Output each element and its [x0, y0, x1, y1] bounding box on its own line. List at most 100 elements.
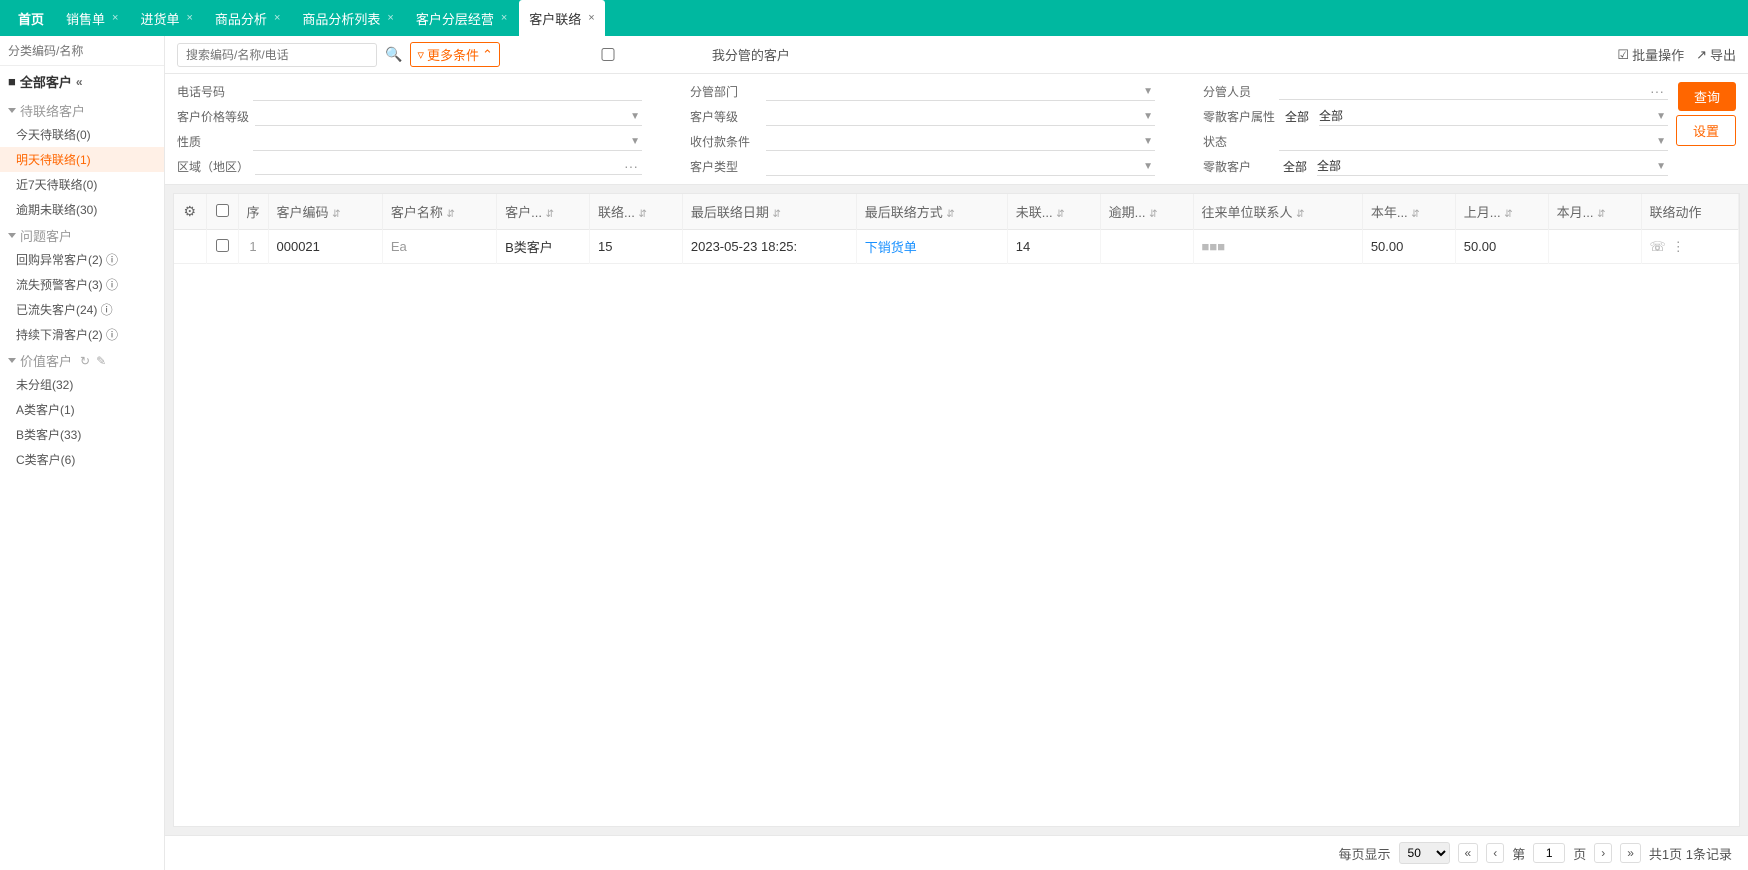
customer-level-wrap: ▼: [766, 107, 1155, 126]
region-dots-btn[interactable]: ···: [620, 158, 642, 174]
sidebar-item-ungrouped[interactable]: 未分组(32): [0, 372, 164, 397]
more-conditions-btn[interactable]: ▿ 更多条件 ⌃: [410, 42, 499, 67]
col-settings[interactable]: ⚙: [174, 194, 206, 230]
last-page-btn[interactable]: »: [1620, 843, 1641, 863]
col-not-contacted[interactable]: 未联... ⇵: [1007, 194, 1100, 230]
col-this-month[interactable]: 本月... ⇵: [1548, 194, 1641, 230]
row-checkbox[interactable]: [216, 239, 229, 252]
page-input[interactable]: [1533, 843, 1565, 863]
nature-select[interactable]: [253, 132, 642, 150]
close-tier-icon[interactable]: ×: [501, 12, 507, 24]
search-input[interactable]: [177, 43, 377, 67]
nav-customer-tier[interactable]: 客户分层经营 ×: [406, 0, 517, 36]
filter-row-4: 区域（地区） ··· 客户类型 ▼: [177, 157, 1668, 176]
prev-page-btn[interactable]: ‹: [1486, 843, 1504, 863]
sidebar-item-overdue[interactable]: 逾期未联络(30): [0, 197, 164, 222]
my-customers-checkbox[interactable]: [508, 48, 708, 61]
close-analysis-list-icon[interactable]: ×: [387, 12, 393, 24]
sidebar-item-churn-warning[interactable]: 流失预警客户(3) ⓘ: [0, 272, 164, 297]
sidebar-item-today[interactable]: 今天待联络(0): [0, 122, 164, 147]
expand-problem-icon: [8, 233, 16, 238]
top-nav: 首页 销售单 × 进货单 × 商品分析 × 商品分析列表 × 客户分层经营 × …: [0, 0, 1748, 36]
phone-input-wrap: [253, 82, 642, 101]
col-overdue[interactable]: 逾期... ⇵: [1100, 194, 1193, 230]
col-code[interactable]: 客户编码 ⇵: [268, 194, 382, 230]
person-dots-btn[interactable]: ···: [1646, 83, 1668, 99]
close-analysis-icon[interactable]: ×: [274, 12, 280, 24]
payment-terms-select[interactable]: [766, 132, 1155, 150]
row-settings-cell: [174, 230, 206, 264]
table-row: 1 000021 Ea B类客户 15 2023-05-23 18:25: 下销…: [174, 230, 1739, 264]
select-all-checkbox[interactable]: [216, 204, 229, 217]
col-contact[interactable]: 联络... ⇵: [590, 194, 683, 230]
set-button[interactable]: 设置: [1676, 115, 1736, 146]
col-settings-icon[interactable]: ⚙: [183, 203, 196, 219]
row-contact-cell: 15: [590, 230, 683, 264]
phone-input[interactable]: [253, 82, 642, 100]
sidebar-item-class-a[interactable]: A类客户(1): [0, 397, 164, 422]
retail-attr-select[interactable]: 全部: [1319, 107, 1668, 125]
collapse-all-icon[interactable]: «: [76, 75, 83, 89]
batch-op-btn[interactable]: ☑ 批量操作: [1617, 45, 1684, 64]
adv-filter-right: 查询 设置: [1676, 82, 1736, 146]
filter-retail-attr: 零散客户属性 全部 全部 ▼: [1203, 107, 1668, 126]
sidebar-item-repurchase-abnormal[interactable]: 回购异常客户(2) ⓘ: [0, 247, 164, 272]
nav-home[interactable]: 首页: [8, 0, 54, 36]
sidebar-search-input[interactable]: [8, 44, 163, 58]
price-level-select[interactable]: [255, 107, 642, 125]
sidebar-item-class-b[interactable]: B类客户(33): [0, 422, 164, 447]
sort-contact-icon: ⇵: [638, 209, 646, 220]
col-last-month[interactable]: 上月... ⇵: [1455, 194, 1548, 230]
phone-action-icon[interactable]: ☏: [1650, 239, 1666, 255]
query-button[interactable]: 查询: [1678, 82, 1736, 111]
retail-customer-select[interactable]: 全部: [1317, 157, 1668, 175]
refresh-value-icon[interactable]: ↻: [80, 354, 90, 368]
filter-retail-customer: 零散客户 全部 全部 ▼: [1203, 157, 1668, 176]
first-page-btn[interactable]: «: [1458, 843, 1479, 863]
nav-purchase[interactable]: 进货单 ×: [130, 0, 202, 36]
row-num-cell: 1: [238, 230, 268, 264]
group-problem-label[interactable]: 问题客户: [0, 222, 164, 247]
sidebar-item-tomorrow[interactable]: 明天待联络(1): [0, 147, 164, 172]
customer-type-select[interactable]: [766, 157, 1155, 175]
col-unit-contact[interactable]: 往来单位联系人 ⇵: [1193, 194, 1362, 230]
filter-customer-type: 客户类型 ▼: [690, 157, 1155, 176]
filter-status: 状态 ▼: [1203, 132, 1668, 151]
row-not-contacted-cell: 14: [1007, 230, 1100, 264]
expand-pending-icon: [8, 108, 16, 113]
sidebar-item-churned[interactable]: 已流失客户(24) ⓘ: [0, 297, 164, 322]
grid-action-icon[interactable]: ⋮: [1672, 239, 1685, 255]
per-page-select[interactable]: 20 50 100 200: [1399, 842, 1450, 864]
col-last-method[interactable]: 最后联络方式 ⇵: [856, 194, 1007, 230]
status-wrap: ▼: [1279, 132, 1668, 151]
all-customers-title[interactable]: ■ 全部客户 «: [0, 66, 164, 97]
search-button[interactable]: 🔍: [385, 46, 402, 63]
next-page-btn[interactable]: ›: [1594, 843, 1612, 863]
nav-customer-contact[interactable]: 客户联络 ×: [519, 0, 604, 36]
nav-analysis-list[interactable]: 商品分析列表 ×: [292, 0, 403, 36]
col-this-year[interactable]: 本年... ⇵: [1362, 194, 1455, 230]
col-type[interactable]: 客户... ⇵: [497, 194, 590, 230]
group-value-label[interactable]: 价值客户 ↻ ✎: [0, 347, 164, 372]
close-sales-icon[interactable]: ×: [112, 12, 118, 24]
customer-level-select[interactable]: [766, 107, 1155, 125]
row-last-method-cell[interactable]: 下销货单: [856, 230, 1007, 264]
sidebar-item-declining[interactable]: 持续下滑客户(2) ⓘ: [0, 322, 164, 347]
edit-value-icon[interactable]: ✎: [96, 354, 106, 368]
group-pending-label[interactable]: 待联络客户: [0, 97, 164, 122]
pagination-bar: 每页显示 20 50 100 200 « ‹ 第 页 › » 共1页 1条记录: [165, 835, 1748, 870]
col-last-date[interactable]: 最后联络日期 ⇵: [682, 194, 856, 230]
sidebar-item-7days[interactable]: 近7天待联络(0): [0, 172, 164, 197]
nav-sales[interactable]: 销售单 ×: [56, 0, 128, 36]
dept-select[interactable]: [766, 82, 1155, 100]
retail-customer-wrap: 全部 ▼: [1317, 157, 1668, 176]
close-contact-icon[interactable]: ×: [588, 12, 594, 24]
my-customers-checkbox-wrap: 我分管的客户: [508, 45, 790, 64]
content-area: 🔍 ▿ 更多条件 ⌃ 我分管的客户 ☑ 批量操作 ↗ 导出: [165, 36, 1748, 870]
close-purchase-icon[interactable]: ×: [186, 12, 192, 24]
status-select[interactable]: [1279, 132, 1668, 150]
col-name[interactable]: 客户名称 ⇵: [382, 194, 496, 230]
export-btn[interactable]: ↗ 导出: [1696, 45, 1736, 64]
sidebar-item-class-c[interactable]: C类客户(6): [0, 447, 164, 472]
nav-analysis[interactable]: 商品分析 ×: [205, 0, 290, 36]
